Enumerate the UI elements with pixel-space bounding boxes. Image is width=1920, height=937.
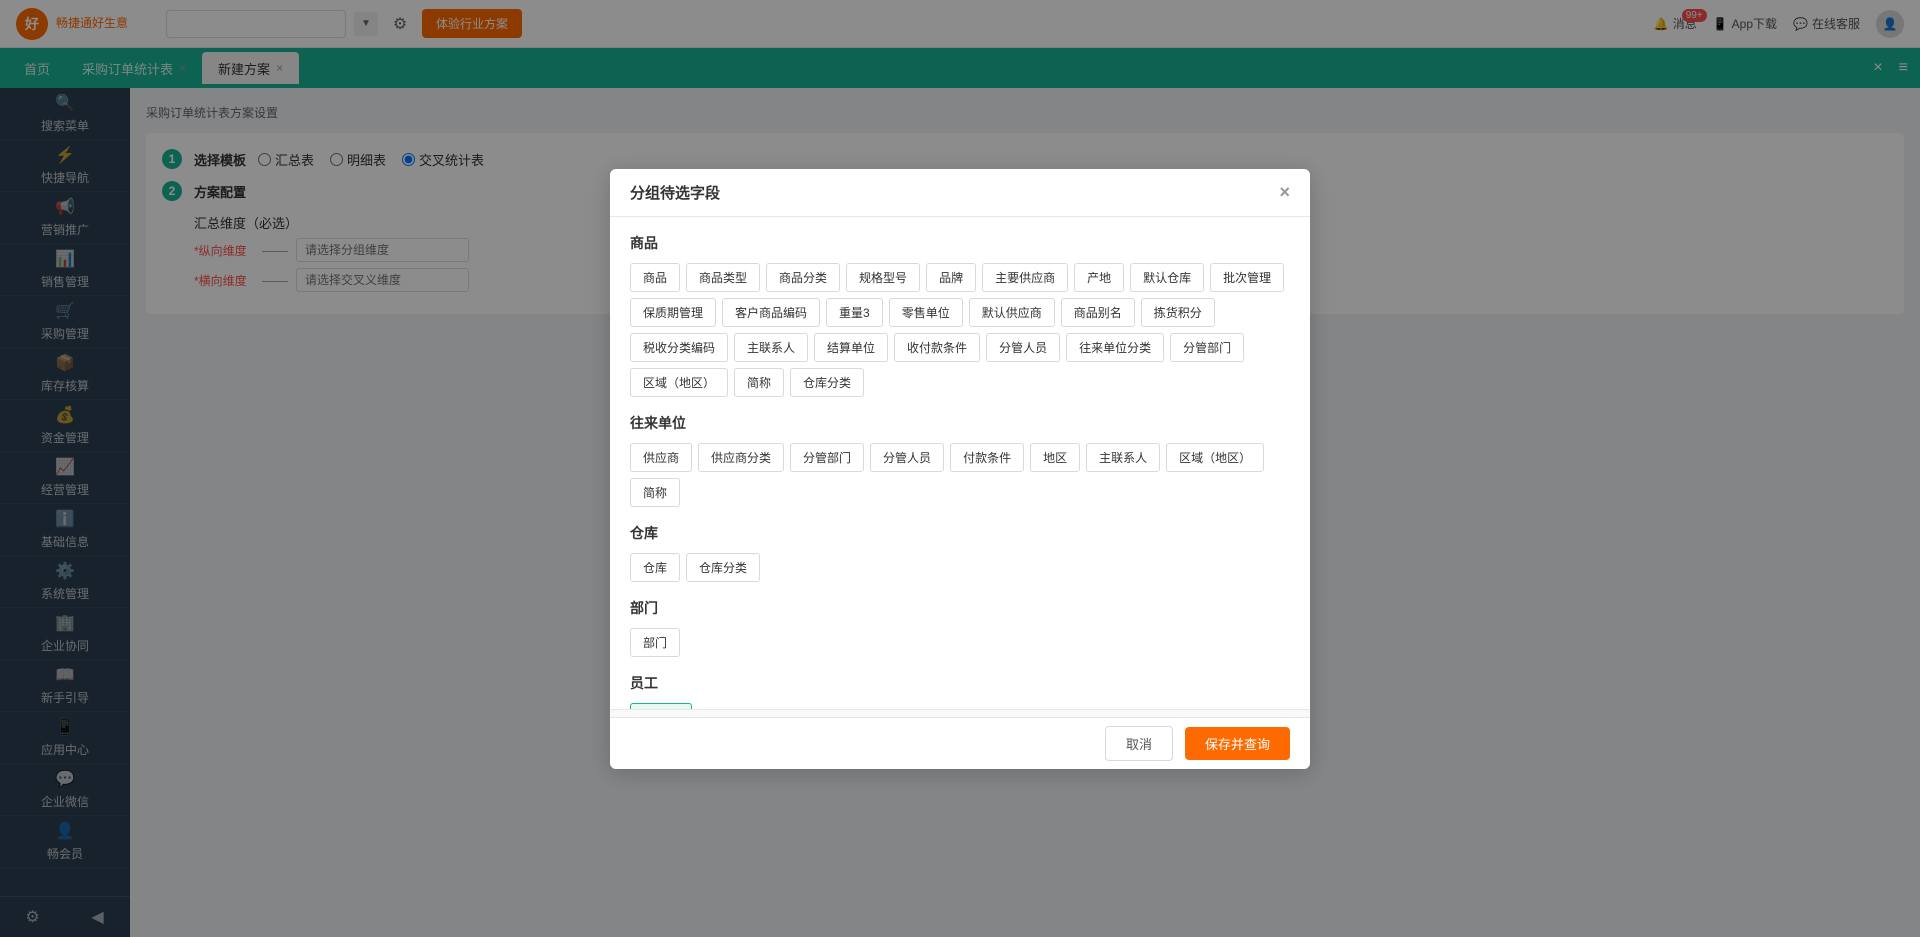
field-tag-short-name2[interactable]: 简称 [630, 478, 680, 507]
field-group-title-department: 部门 [630, 598, 1290, 618]
field-group-title-partner: 往来单位 [630, 413, 1290, 433]
modal-title: 分组待选字段 [630, 182, 720, 203]
field-tags-partner: 供应商供应商分类分管部门分管人员付款条件地区主联系人区域（地区） 简称 [630, 443, 1290, 507]
field-tag-region[interactable]: 地区 [1030, 443, 1080, 472]
field-group-title-product: 商品 [630, 233, 1290, 253]
cancel-button[interactable]: 取消 [1105, 726, 1173, 761]
field-tag-product-category[interactable]: 商品分类 [766, 263, 840, 292]
field-group-product: 商品商品商品类型商品分类规格型号品牌主要供应商产地默认仓库批次管理保质期管理客户… [630, 233, 1290, 397]
modal-header: 分组待选字段 × [610, 169, 1310, 217]
modal-overlay: 分组待选字段 × 商品商品商品类型商品分类规格型号品牌主要供应商产地默认仓库批次… [0, 0, 1920, 937]
field-tag-dept-manager[interactable]: 分管人员 [870, 443, 944, 472]
field-tag-quality-mgmt[interactable]: 保质期管理 [630, 298, 716, 327]
field-tag-warehouse-category[interactable]: 仓库分类 [790, 368, 864, 397]
field-group-title-warehouse: 仓库 [630, 523, 1290, 543]
field-tag-payment-terms[interactable]: 收付款条件 [894, 333, 980, 362]
field-tag-contact[interactable]: 主联系人 [1086, 443, 1160, 472]
field-tag-pick-score[interactable]: 拣货积分 [1141, 298, 1215, 327]
field-tag-main-supplier[interactable]: 主要供应商 [982, 263, 1068, 292]
field-tag-retail-unit[interactable]: 零售单位 [889, 298, 963, 327]
field-tag-short-name[interactable]: 简称 [734, 368, 784, 397]
field-tag-supplier-category[interactable]: 供应商分类 [698, 443, 784, 472]
field-tag-area-region[interactable]: 区域（地区） [1166, 443, 1264, 472]
field-tag-weight3[interactable]: 重量3 [826, 298, 883, 327]
modal-body: 商品商品商品类型商品分类规格型号品牌主要供应商产地默认仓库批次管理保质期管理客户… [610, 217, 1310, 709]
field-tag-product-alias[interactable]: 商品别名 [1061, 298, 1135, 327]
field-tag-customer-code[interactable]: 客户商品编码 [722, 298, 820, 327]
field-tag-batch-mgmt[interactable]: 批次管理 [1210, 263, 1284, 292]
field-tag-spec-type[interactable]: 规格型号 [846, 263, 920, 292]
field-tag-wh[interactable]: 仓库 [630, 553, 680, 582]
field-tag-origin[interactable]: 产地 [1074, 263, 1124, 292]
field-tags-department: 部门 [630, 628, 1290, 657]
field-tag-region-area[interactable]: 区域（地区） [630, 368, 728, 397]
field-group-warehouse: 仓库仓库仓库分类 [630, 523, 1290, 582]
field-tag-settlement-unit[interactable]: 结算单位 [814, 333, 888, 362]
modal-close-btn[interactable]: × [1279, 182, 1290, 203]
field-tag-main-contact[interactable]: 主联系人 [734, 333, 808, 362]
field-group-employee: 员工业务员 [630, 673, 1290, 709]
field-group-title-employee: 员工 [630, 673, 1290, 693]
field-tag-dept[interactable]: 分管部门 [790, 443, 864, 472]
modal-horizontal-scrollbar[interactable] [610, 709, 1310, 717]
field-tag-brand[interactable]: 品牌 [926, 263, 976, 292]
save-query-button[interactable]: 保存并查询 [1185, 727, 1290, 760]
field-tag-payment-cond[interactable]: 付款条件 [950, 443, 1024, 472]
field-tag-product-type[interactable]: 商品类型 [686, 263, 760, 292]
field-tag-supplier[interactable]: 供应商 [630, 443, 692, 472]
field-tag-manager[interactable]: 分管人员 [986, 333, 1060, 362]
field-tag-wh-category[interactable]: 仓库分类 [686, 553, 760, 582]
field-tags-product: 商品商品类型商品分类规格型号品牌主要供应商产地默认仓库批次管理保质期管理客户商品… [630, 263, 1290, 397]
field-tag-managing-dept[interactable]: 分管部门 [1170, 333, 1244, 362]
field-tag-from-unit-category[interactable]: 往来单位分类 [1066, 333, 1164, 362]
field-tag-default-supplier[interactable]: 默认供应商 [969, 298, 1055, 327]
field-tags-warehouse: 仓库仓库分类 [630, 553, 1290, 582]
field-tag-department[interactable]: 部门 [630, 628, 680, 657]
field-group-partner: 往来单位供应商供应商分类分管部门分管人员付款条件地区主联系人区域（地区） 简称 [630, 413, 1290, 507]
field-tag-product[interactable]: 商品 [630, 263, 680, 292]
field-group-department: 部门部门 [630, 598, 1290, 657]
field-tag-tax-code[interactable]: 税收分类编码 [630, 333, 728, 362]
modal-footer: 取消 保存并查询 [610, 717, 1310, 769]
field-tag-default-warehouse[interactable]: 默认仓库 [1130, 263, 1204, 292]
field-select-modal: 分组待选字段 × 商品商品商品类型商品分类规格型号品牌主要供应商产地默认仓库批次… [610, 169, 1310, 769]
